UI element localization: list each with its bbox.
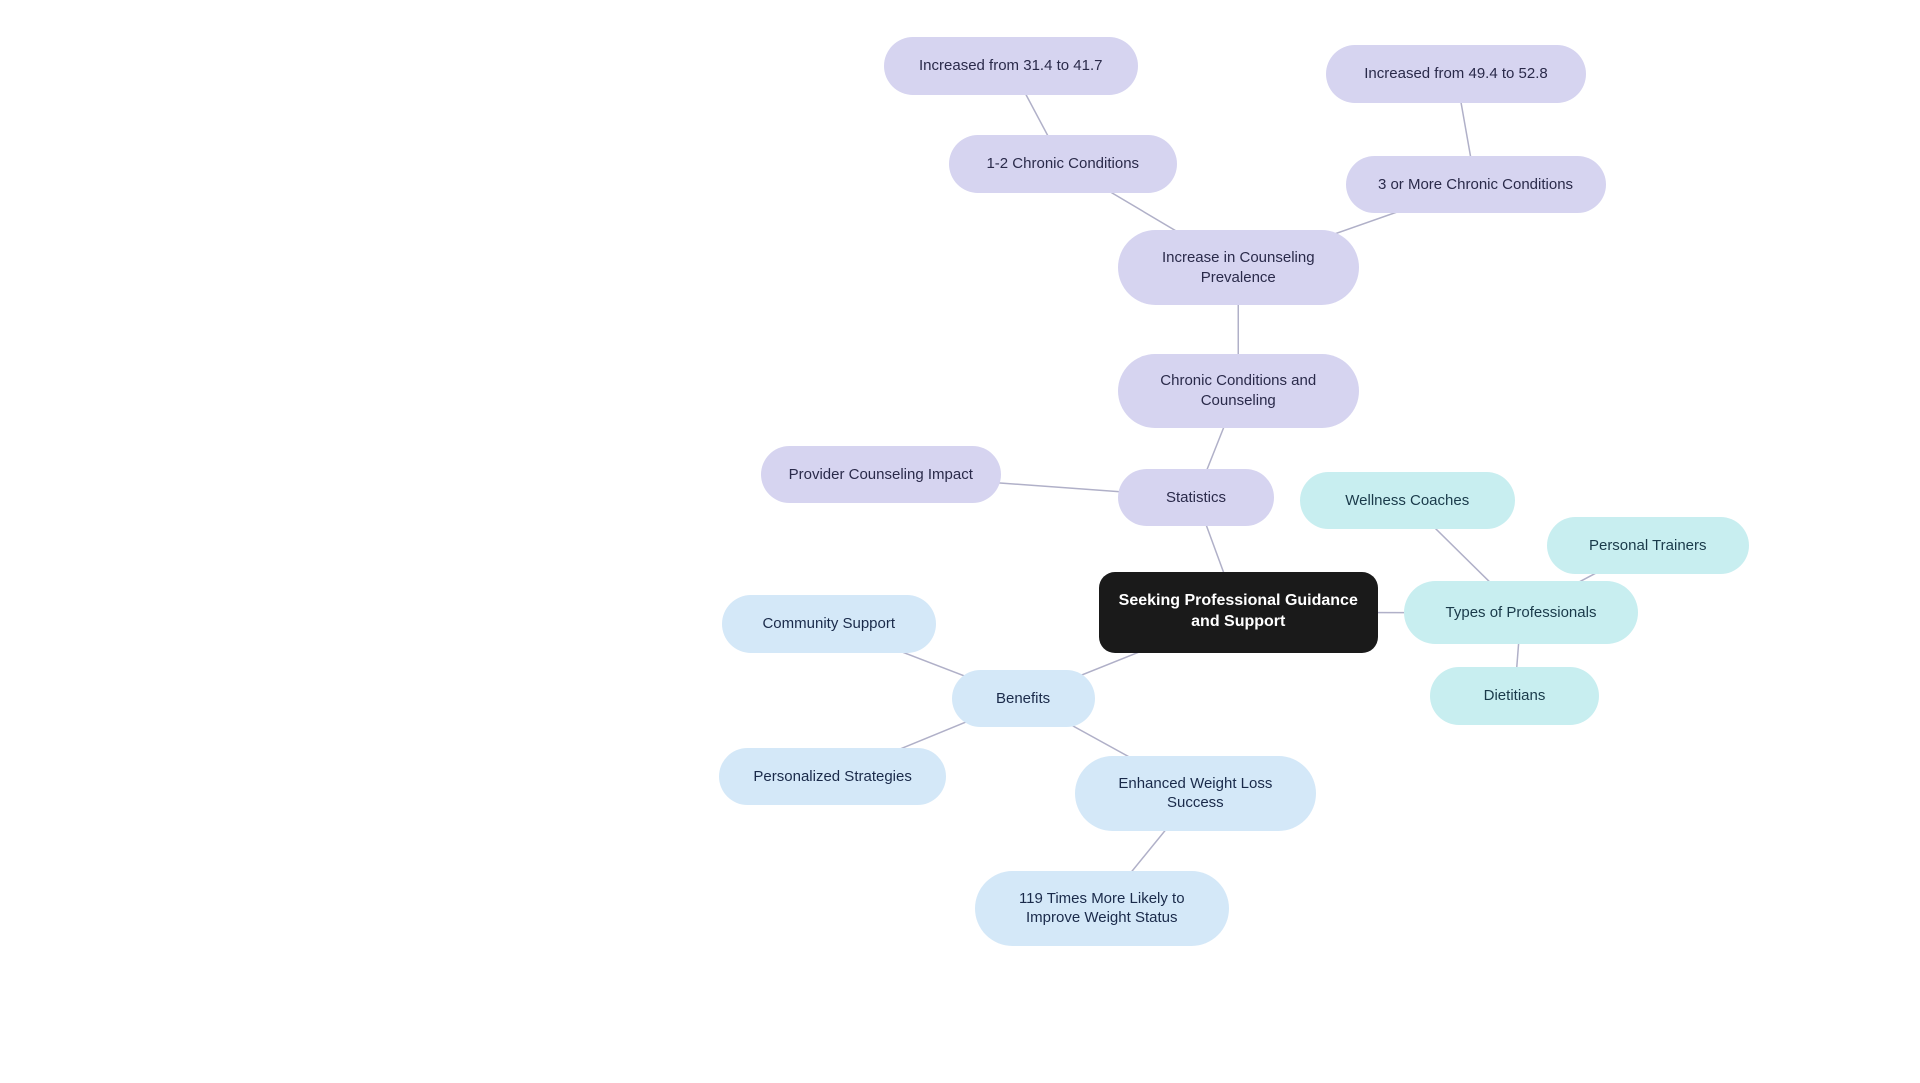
node-types_professionals: Types of Professionals bbox=[1404, 581, 1638, 644]
node-wellness_coaches: Wellness Coaches bbox=[1300, 472, 1515, 530]
node-increased_49_52: Increased from 49.4 to 52.8 bbox=[1326, 45, 1586, 103]
node-personal_trainers: Personal Trainers bbox=[1547, 517, 1749, 575]
node-three_more_chronic: 3 or More Chronic Conditions bbox=[1346, 156, 1606, 214]
node-increase_counseling: Increase in Counseling Prevalence bbox=[1118, 230, 1359, 305]
node-119_times: 119 Times More Likely to Improve Weight … bbox=[975, 871, 1229, 946]
node-one_two_chronic: 1-2 Chronic Conditions bbox=[949, 135, 1177, 193]
node-chronic_conditions_counseling: Chronic Conditions and Counseling bbox=[1118, 354, 1359, 429]
node-benefits: Benefits bbox=[952, 670, 1095, 728]
mind-map: Seeking Professional Guidance and Suppor… bbox=[0, 0, 1920, 1083]
node-enhanced_weight_loss: Enhanced Weight Loss Success bbox=[1075, 756, 1316, 831]
node-dietitians: Dietitians bbox=[1430, 667, 1599, 725]
node-personalized_strategies: Personalized Strategies bbox=[719, 748, 947, 806]
node-community_support: Community Support bbox=[722, 595, 937, 653]
node-increased_31_41: Increased from 31.4 to 41.7 bbox=[884, 37, 1138, 95]
node-statistics: Statistics bbox=[1118, 469, 1274, 527]
node-center: Seeking Professional Guidance and Suppor… bbox=[1099, 572, 1379, 653]
node-provider_counseling: Provider Counseling Impact bbox=[761, 446, 1002, 504]
